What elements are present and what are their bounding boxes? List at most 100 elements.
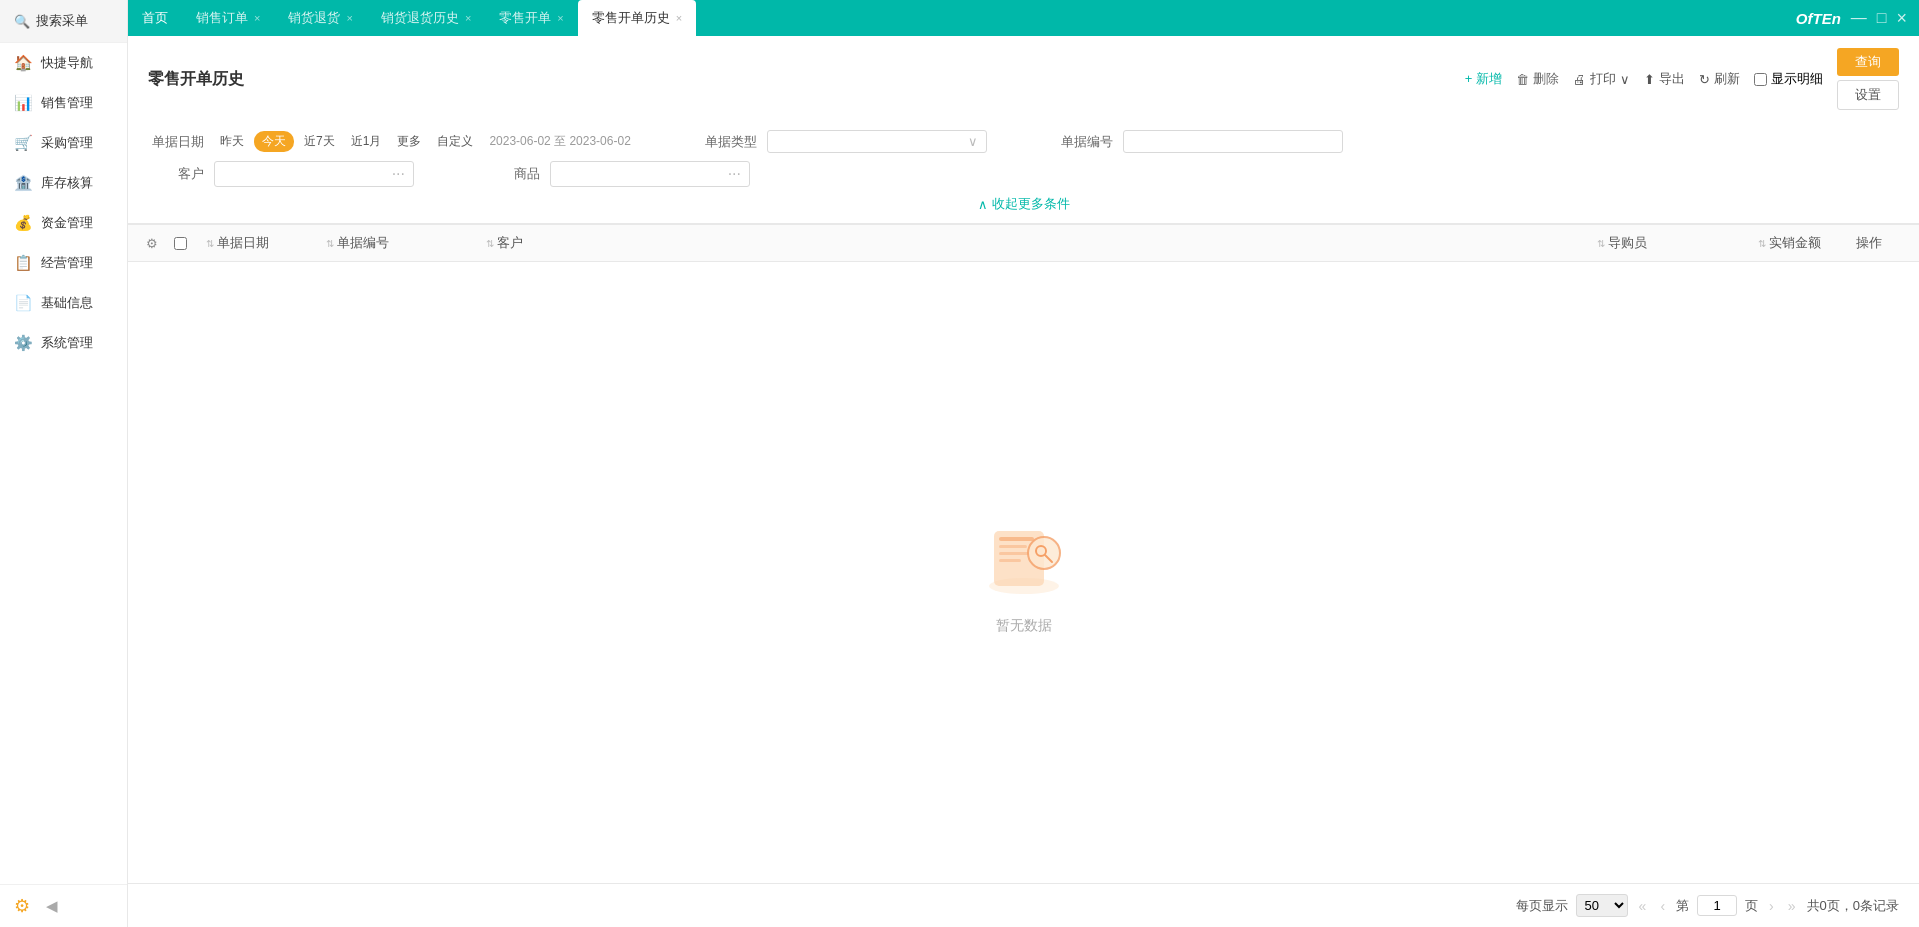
add-button[interactable]: + 新增 xyxy=(1465,70,1502,88)
sidebar-item-finance[interactable]: 💰 资金管理 xyxy=(0,203,127,243)
table-settings-icon[interactable]: ⚙ xyxy=(138,236,166,251)
sidebar-item-sales[interactable]: 📊 销售管理 xyxy=(0,83,127,123)
bill-num-input[interactable] xyxy=(1123,130,1343,153)
date-btn-more[interactable]: 更多 xyxy=(391,131,427,152)
svg-rect-4 xyxy=(999,552,1029,555)
tab-sales-return-history[interactable]: 销货退货历史 × xyxy=(367,0,485,36)
svg-rect-2 xyxy=(999,537,1034,541)
tab-sales-return-close[interactable]: × xyxy=(346,12,352,24)
date-btn-1month[interactable]: 近1月 xyxy=(345,131,388,152)
print-button[interactable]: 🖨 打印 ∨ xyxy=(1573,70,1630,88)
sidebar-item-label: 快捷导航 xyxy=(41,54,93,72)
query-button[interactable]: 查询 xyxy=(1837,48,1899,76)
sidebar: 🔍 搜索采单 🏠 快捷导航 📊 销售管理 🛒 采购管理 🏦 库存核算 💰 资金管… xyxy=(0,0,128,927)
page-header: 零售开单历史 + 新增 🗑 删除 🖨 打印 ∨ ⬆ xyxy=(128,36,1919,224)
sidebar-item-inventory[interactable]: 🏦 库存核算 xyxy=(0,163,127,203)
export-button-label: 导出 xyxy=(1659,70,1685,88)
bill-type-label: 单据类型 xyxy=(701,133,757,151)
sales-icon: 📊 xyxy=(14,94,33,112)
th-date[interactable]: ⇅ 单据日期 xyxy=(198,234,318,252)
sidebar-item-label: 经营管理 xyxy=(41,254,93,272)
customer-dots[interactable]: ··· xyxy=(392,165,405,183)
setting-button[interactable]: 设置 xyxy=(1837,80,1899,110)
tab-retail-open-close[interactable]: × xyxy=(557,12,563,24)
goods-select[interactable]: ··· xyxy=(550,161,750,187)
th-sort-icon: ⇅ xyxy=(206,238,214,249)
page-title-row: 零售开单历史 + 新增 🗑 删除 🖨 打印 ∨ ⬆ xyxy=(148,48,1899,120)
search-icon: 🔍 xyxy=(14,14,30,29)
per-page-select[interactable]: 50 10 20 100 xyxy=(1576,894,1628,917)
last-page-btn[interactable]: » xyxy=(1785,898,1799,914)
inventory-icon: 🏦 xyxy=(14,174,33,192)
brand-label: OfTEn xyxy=(1796,10,1841,27)
tab-retail-history-close[interactable]: × xyxy=(676,12,682,24)
first-page-btn[interactable]: « xyxy=(1636,898,1650,914)
tab-retail-open-label: 零售开单 xyxy=(499,9,551,27)
bill-num-label: 单据编号 xyxy=(1057,133,1113,151)
bill-type-select[interactable]: ∨ xyxy=(767,130,987,153)
th-amount[interactable]: ⇅ 实销金额 xyxy=(1709,234,1829,252)
refresh-button[interactable]: ↻ 刷新 xyxy=(1699,70,1740,88)
display-detail-checkbox[interactable] xyxy=(1754,73,1767,86)
customer-select[interactable]: ··· xyxy=(214,161,414,187)
sidebar-item-basic[interactable]: 📄 基础信息 xyxy=(0,283,127,323)
collapse-sidebar-icon[interactable]: ◀ xyxy=(46,897,58,915)
content-area: 零售开单历史 + 新增 🗑 删除 🖨 打印 ∨ ⬆ xyxy=(128,36,1919,927)
tab-sales-order[interactable]: 销售订单 × xyxy=(182,0,274,36)
th-guide-sort-icon: ⇅ xyxy=(1597,238,1605,249)
minimize-btn[interactable]: — xyxy=(1851,9,1867,27)
sidebar-item-quick-nav[interactable]: 🏠 快捷导航 xyxy=(0,43,127,83)
page-suffix-label: 页 xyxy=(1745,897,1758,915)
table-checkbox-all[interactable] xyxy=(166,237,198,250)
tab-sales-return-label: 销货退货 xyxy=(288,9,340,27)
collapse-filter-btn[interactable]: ∧ 收起更多条件 xyxy=(978,195,1070,213)
page-prefix-label: 第 xyxy=(1676,897,1689,915)
date-btn-yesterday[interactable]: 昨天 xyxy=(214,131,250,152)
tab-retail-history[interactable]: 零售开单历史 × xyxy=(578,0,696,36)
delete-button-label: 删除 xyxy=(1533,70,1559,88)
close-btn[interactable]: × xyxy=(1896,8,1907,29)
print-button-label: 打印 xyxy=(1590,70,1616,88)
next-page-btn[interactable]: › xyxy=(1766,898,1777,914)
export-icon: ⬆ xyxy=(1644,72,1655,87)
maximize-btn[interactable]: □ xyxy=(1877,9,1887,27)
empty-state: 暂无数据 xyxy=(128,262,1919,883)
sidebar-item-purchase[interactable]: 🛒 采购管理 xyxy=(0,123,127,163)
th-date-label: 单据日期 xyxy=(217,234,269,252)
operations-icon: 📋 xyxy=(14,254,33,272)
sidebar-item-label: 库存核算 xyxy=(41,174,93,192)
display-detail-toggle[interactable]: 显示明细 xyxy=(1754,70,1823,88)
tab-retail-open[interactable]: 零售开单 × xyxy=(485,0,577,36)
tab-sales-return-history-close[interactable]: × xyxy=(465,12,471,24)
th-guide[interactable]: ⇅ 导购员 xyxy=(1589,234,1709,252)
sidebar-search-label: 搜索采单 xyxy=(36,12,88,30)
th-amount-sort-icon: ⇅ xyxy=(1758,238,1766,249)
tab-sales-order-label: 销售订单 xyxy=(196,9,248,27)
tab-sales-order-close[interactable]: × xyxy=(254,12,260,24)
th-num[interactable]: ⇅ 单据编号 xyxy=(318,234,478,252)
settings-bottom-icon[interactable]: ⚙ xyxy=(14,895,30,917)
sidebar-item-system[interactable]: ⚙️ 系统管理 xyxy=(0,323,127,363)
page-title: 零售开单历史 xyxy=(148,69,244,90)
th-customer-label: 客户 xyxy=(497,234,523,252)
th-customer-sort-icon: ⇅ xyxy=(486,238,494,249)
select-all-checkbox[interactable] xyxy=(174,237,187,250)
display-detail-label: 显示明细 xyxy=(1771,70,1823,88)
prev-page-btn[interactable]: ‹ xyxy=(1657,898,1668,914)
date-btn-custom[interactable]: 自定义 xyxy=(431,131,479,152)
sidebar-item-operations[interactable]: 📋 经营管理 xyxy=(0,243,127,283)
tab-retail-history-label: 零售开单历史 xyxy=(592,9,670,27)
tab-sales-return[interactable]: 销货退货 × xyxy=(274,0,366,36)
date-btn-today[interactable]: 今天 xyxy=(254,131,294,152)
table-area: ⚙ ⇅ 单据日期 ⇅ 单据编号 ⇅ 客户 ⇅ 导购员 xyxy=(128,224,1919,927)
date-btn-7days[interactable]: 近7天 xyxy=(298,131,341,152)
page-number-input[interactable] xyxy=(1697,895,1737,916)
tab-home[interactable]: 首页 xyxy=(128,0,182,36)
filter-area: 单据日期 昨天 今天 近7天 近1月 更多 自定义 2023-06-02 至 2… xyxy=(148,120,1899,223)
goods-dots[interactable]: ··· xyxy=(728,165,741,183)
delete-button[interactable]: 🗑 删除 xyxy=(1516,70,1559,88)
th-customer[interactable]: ⇅ 客户 xyxy=(478,234,1589,252)
export-button[interactable]: ⬆ 导出 xyxy=(1644,70,1685,88)
sidebar-search[interactable]: 🔍 搜索采单 xyxy=(0,0,127,43)
main-area: 首页 销售订单 × 销货退货 × 销货退货历史 × 零售开单 × 零售开单历史 … xyxy=(128,0,1919,927)
